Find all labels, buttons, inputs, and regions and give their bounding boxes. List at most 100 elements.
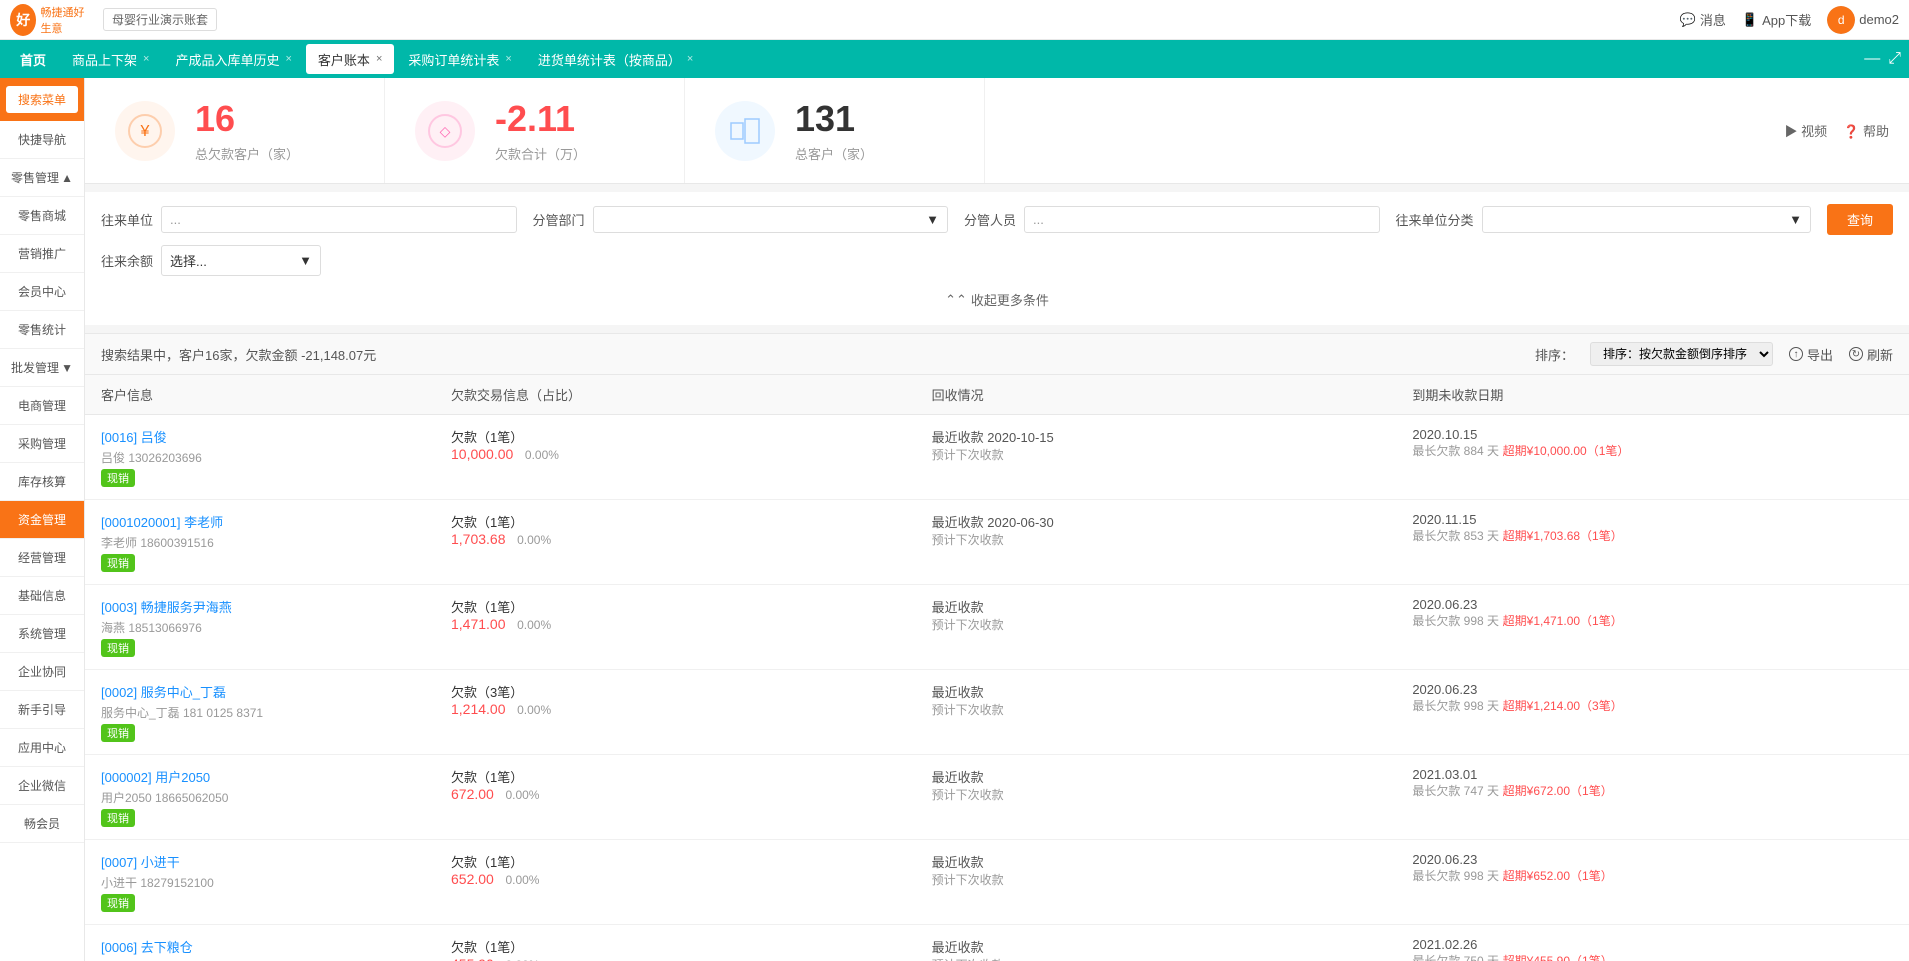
- recovery-3: 最近收款 预计下次收款: [932, 682, 1413, 742]
- sidebar-item-operation-mgmt[interactable]: 经营管理: [0, 539, 84, 577]
- tab-inbound-summary[interactable]: 进货单统计表（按商品） ×: [526, 44, 705, 74]
- overdue-text-0[interactable]: 超期¥10,000.00（1笔）: [1503, 444, 1630, 458]
- debt-ratio-3: 0.00%: [517, 703, 551, 717]
- sidebar-item-vip-member[interactable]: 畅会员: [0, 805, 84, 843]
- total-customers-label: 总客户（家）: [795, 144, 873, 163]
- dept-select[interactable]: ▼: [593, 206, 948, 233]
- next-recovery-2: 预计下次收款: [932, 616, 1413, 633]
- balance-select[interactable]: 选择... ▼: [161, 245, 321, 276]
- recovery-6: 最近收款 预计下次收款: [932, 937, 1413, 961]
- due-info-6: 2021.02.26 最长欠款 750 天 超期¥455.90（1笔）: [1412, 937, 1893, 961]
- stat-debt-customers: ¥ 16 总欠款客户（家）: [85, 78, 385, 183]
- table-row: [0016] 吕俊 吕俊 13026203696 现销 欠款（1笔） 10,00…: [85, 415, 1909, 500]
- filter-section: 往来单位 ... 分管部门 ▼ 分管人员: [85, 192, 1909, 325]
- company-select[interactable]: 母婴行业演示账套: [103, 8, 217, 31]
- debt-customers-icon: ¥: [115, 101, 175, 161]
- customer-name-2[interactable]: [0003] 畅捷服务尹海燕: [101, 597, 451, 616]
- debt-amount-row-6: 455.90 0.00%: [451, 956, 932, 961]
- debt-info-2: 欠款（1笔） 1,471.00 0.00%: [451, 597, 932, 657]
- overdue-text-2[interactable]: 超期¥1,471.00（1笔）: [1503, 614, 1623, 628]
- tab-purchase-summary[interactable]: 采购订单统计表 ×: [396, 44, 523, 74]
- minimize-icon[interactable]: —: [1864, 50, 1880, 68]
- close-tab-inbound-summary[interactable]: ×: [687, 53, 693, 65]
- unit-category-select[interactable]: ▼: [1482, 206, 1811, 233]
- sidebar-item-finance[interactable]: 资金管理: [0, 501, 84, 539]
- sidebar-item-app-center[interactable]: 应用中心: [0, 729, 84, 767]
- overdue-text-3[interactable]: 超期¥1,214.00（3笔）: [1503, 699, 1623, 713]
- sidebar-item-retail-stats[interactable]: 零售统计: [0, 311, 84, 349]
- tab-product-history[interactable]: 产成品入库单历史 ×: [163, 44, 303, 74]
- overdue-text-4[interactable]: 超期¥672.00（1笔）: [1503, 784, 1613, 798]
- logo-icon: 好: [10, 4, 36, 36]
- stats-actions: ▶ 视频 ❓ 帮助: [1765, 78, 1909, 183]
- sidebar-item-system-mgmt[interactable]: 系统管理: [0, 615, 84, 653]
- sidebar-item-enterprise-wx[interactable]: 企业微信: [0, 767, 84, 805]
- tab-home[interactable]: 首页: [8, 44, 58, 74]
- source-unit-input[interactable]: ...: [161, 206, 516, 233]
- close-tab-product-off[interactable]: ×: [143, 53, 149, 65]
- debt-amount-5: 652.00: [451, 871, 494, 887]
- customer-name-5[interactable]: [0007] 小进干: [101, 852, 451, 871]
- customer-name-4[interactable]: [000002] 用户2050: [101, 767, 451, 786]
- debt-amount-row-2: 1,471.00 0.00%: [451, 616, 932, 632]
- query-button[interactable]: 查询: [1827, 204, 1893, 235]
- debt-amount-row-0: 10,000.00 0.00%: [451, 446, 932, 462]
- sidebar-item-batch-mgmt[interactable]: 批发管理 ▼: [0, 349, 84, 387]
- manager-input[interactable]: ...: [1024, 206, 1379, 233]
- sidebar-item-retail-mgmt[interactable]: 零售管理 ▲: [0, 159, 84, 197]
- sidebar-item-ecom-mgmt[interactable]: 电商管理: [0, 387, 84, 425]
- view-btn[interactable]: ▶ 视频: [1785, 121, 1828, 140]
- maximize-icon[interactable]: ⤢: [1888, 50, 1901, 68]
- tab-customer-account[interactable]: 客户账本 ×: [306, 44, 394, 74]
- sidebar-item-shortcut[interactable]: 快捷导航: [0, 121, 84, 159]
- username: demo2: [1859, 12, 1899, 27]
- app-download-btn[interactable]: 📱 App下载: [1742, 10, 1811, 29]
- due-date-1: 2020.11.15: [1412, 512, 1893, 527]
- stat-debt-total-text: -2.11 欠款合计（万）: [495, 98, 586, 163]
- customer-tag-0: 现销: [101, 469, 135, 487]
- export-btn[interactable]: ↑ 导出: [1789, 345, 1833, 364]
- sidebar-item-enterprise-coop[interactable]: 企业协同: [0, 653, 84, 691]
- stats-bar: ¥ 16 总欠款客户（家） ◇: [85, 78, 1909, 184]
- main-content: ¥ 16 总欠款客户（家） ◇: [85, 78, 1909, 961]
- sidebar-item-purchase-mgmt[interactable]: 采购管理: [0, 425, 84, 463]
- app-download-label: App下载: [1762, 10, 1811, 29]
- close-tab-customer-account[interactable]: ×: [376, 53, 382, 65]
- search-menu-btn[interactable]: 搜索菜单: [6, 86, 78, 113]
- help-btn[interactable]: ❓ 帮助: [1843, 121, 1889, 140]
- col-customer-info: 客户信息: [101, 385, 451, 404]
- close-tab-purchase-summary[interactable]: ×: [505, 53, 511, 65]
- customer-name-6[interactable]: [0006] 去下粮仓: [101, 937, 451, 956]
- recovery-1: 最近收款 2020-06-30 预计下次收款: [932, 512, 1413, 572]
- sidebar-item-retail-store[interactable]: 零售商城: [0, 197, 84, 235]
- debt-amount-3: 1,214.00: [451, 701, 506, 717]
- nav-tabs: 首页 商品上下架 × 产成品入库单历史 × 客户账本 × 采购订单统计表 × 进…: [0, 40, 1909, 78]
- debt-amount-0: 10,000.00: [451, 446, 513, 462]
- close-tab-product-history[interactable]: ×: [285, 53, 291, 65]
- sidebar-item-inventory[interactable]: 库存核算: [0, 463, 84, 501]
- customer-name-3[interactable]: [0002] 服务中心_丁磊: [101, 682, 451, 701]
- customer-name-0[interactable]: [0016] 吕俊: [101, 427, 451, 446]
- due-info-4: 2021.03.01 最长欠款 747 天 超期¥672.00（1笔）: [1412, 767, 1893, 827]
- due-date-0: 2020.10.15: [1412, 427, 1893, 442]
- collapse-btn[interactable]: ⌃⌃ 收起更多条件: [101, 286, 1893, 313]
- refresh-btn[interactable]: ↻ 刷新: [1849, 345, 1893, 364]
- debt-amount-row-3: 1,214.00 0.00%: [451, 701, 932, 717]
- sidebar-item-basic-info[interactable]: 基础信息: [0, 577, 84, 615]
- sort-select[interactable]: 排序：按欠款金额倒序排序: [1590, 342, 1773, 366]
- overdue-text-5[interactable]: 超期¥652.00（1笔）: [1503, 869, 1613, 883]
- overdue-text-6[interactable]: 超期¥455.90（1笔）: [1503, 954, 1613, 961]
- due-date-3: 2020.06.23: [1412, 682, 1893, 697]
- sidebar-item-marketing[interactable]: 营销推广: [0, 235, 84, 273]
- sidebar-item-member-center[interactable]: 会员中心: [0, 273, 84, 311]
- last-recovery-1: 最近收款 2020-06-30: [932, 512, 1413, 531]
- debt-count-2: 欠款（1笔）: [451, 597, 932, 616]
- message-btn[interactable]: 💬 消息: [1680, 10, 1726, 29]
- user-profile[interactable]: d demo2: [1827, 6, 1899, 34]
- sidebar-item-new-guide[interactable]: 新手引导: [0, 691, 84, 729]
- due-date-5: 2020.06.23: [1412, 852, 1893, 867]
- tab-product-off[interactable]: 商品上下架 ×: [60, 44, 161, 74]
- overdue-text-1[interactable]: 超期¥1,703.68（1笔）: [1503, 529, 1623, 543]
- sort-label: 排序：: [1535, 345, 1574, 364]
- customer-name-1[interactable]: [0001020001] 李老师: [101, 512, 451, 531]
